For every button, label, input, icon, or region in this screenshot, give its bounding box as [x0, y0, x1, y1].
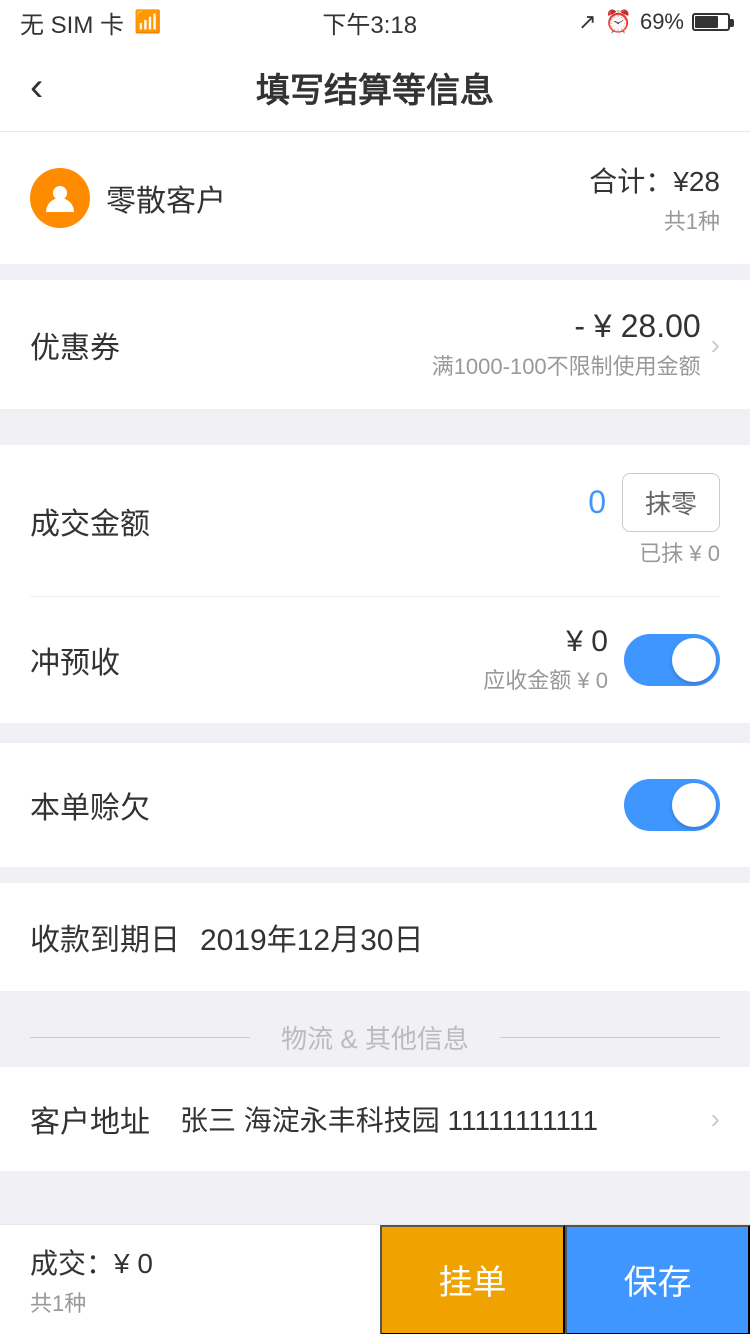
debt-section: 本单赊欠 — [0, 743, 750, 867]
transaction-amount-right: 0 抹零 已抹 ¥ 0 — [566, 473, 720, 568]
coupon-row[interactable]: 优惠券 - ¥ 28.00 满1000-100不限制使用金额 › — [0, 280, 750, 409]
wifi-icon: 📶 — [134, 9, 161, 35]
customer-avatar — [30, 168, 90, 228]
transaction-amount-sub: 已抹 ¥ 0 — [566, 536, 720, 568]
prepayment-amount-block: ¥ 0 应收金额 ¥ 0 — [483, 625, 608, 695]
gray-divider-1 — [0, 425, 750, 445]
status-right: ↗ ⏰ 69% — [578, 9, 730, 35]
coupon-discount: - ¥ 28.00 — [432, 308, 701, 345]
prepayment-sub: 应收金额 ¥ 0 — [483, 663, 608, 695]
prepayment-label: 冲预收 — [30, 638, 190, 682]
status-left: 无 SIM 卡 📶 — [20, 5, 161, 40]
status-bar: 无 SIM 卡 📶 下午3:18 ↗ ⏰ 69% — [0, 0, 750, 44]
prepayment-amount: ¥ 0 — [483, 625, 608, 659]
location-icon: ↗ — [578, 9, 596, 35]
bottom-transaction-value: ¥ 0 — [114, 1248, 153, 1279]
carrier-text: 无 SIM 卡 — [20, 5, 124, 40]
coupon-card[interactable]: 优惠券 - ¥ 28.00 满1000-100不限制使用金额 › — [0, 280, 750, 409]
content-area: 零散客户 合计：¥28 共1种 优惠券 - ¥ 28.00 满1000-100不… — [0, 132, 750, 1291]
customer-name: 零散客户 — [106, 176, 226, 220]
prepayment-toggle[interactable] — [624, 634, 720, 686]
chevron-right-icon: › — [711, 329, 720, 361]
bottom-bar: 成交：¥ 0 共1种 挂单 保存 — [0, 1224, 750, 1334]
time-text: 下午3:18 — [322, 5, 417, 40]
toggle-knob — [672, 638, 716, 682]
address-value: 张三 海淀永丰科技园 11111111111 — [180, 1099, 701, 1139]
logistics-label: 物流 & 其他信息 — [261, 1019, 489, 1056]
prepayment-right: ¥ 0 应收金额 ¥ 0 — [190, 625, 720, 695]
logistics-divider: 物流 & 其他信息 — [0, 1007, 750, 1067]
address-label: 客户地址 — [30, 1097, 170, 1141]
alarm-icon: ⏰ — [605, 9, 632, 35]
coupon-label: 优惠券 — [30, 323, 120, 367]
battery-text: 69% — [640, 9, 684, 35]
customer-right: 合计：¥28 共1种 — [589, 160, 720, 236]
debt-toggle-knob — [672, 783, 716, 827]
coupon-desc: 满1000-100不限制使用金额 — [432, 349, 701, 381]
save-button[interactable]: 保存 — [565, 1225, 750, 1334]
due-date-label: 收款到期日 — [30, 915, 180, 959]
round-zero-button[interactable]: 抹零 — [622, 473, 720, 532]
prepayment-row: 冲预收 ¥ 0 应收金额 ¥ 0 — [30, 597, 720, 723]
hold-button[interactable]: 挂单 — [380, 1225, 565, 1334]
due-date-section: 收款到期日 2019年12月30日 — [0, 883, 750, 991]
bottom-count: 共1种 — [30, 1286, 350, 1318]
coupon-value-block: - ¥ 28.00 满1000-100不限制使用金额 — [432, 308, 701, 381]
bottom-summary: 成交：¥ 0 共1种 — [0, 1242, 380, 1318]
page-title: 填写结算等信息 — [256, 63, 494, 112]
debt-row: 本单赊欠 — [30, 743, 720, 867]
bottom-transaction-label: 成交：¥ 0 — [30, 1242, 350, 1282]
address-row[interactable]: 客户地址 张三 海淀永丰科技园 11111111111 › — [30, 1097, 720, 1141]
bottom-transaction-prefix: 成交： — [30, 1248, 114, 1279]
transaction-amount-row: 成交金额 0 抹零 已抹 ¥ 0 — [30, 445, 720, 597]
back-button[interactable]: ‹ — [30, 65, 43, 110]
debt-label: 本单赊欠 — [30, 783, 150, 827]
customer-total: 合计：¥28 — [589, 160, 720, 200]
transaction-amount-label: 成交金额 — [30, 499, 190, 543]
gray-divider-2 — [0, 723, 750, 743]
user-icon — [42, 180, 78, 216]
due-date-value[interactable]: 2019年12月30日 — [200, 915, 423, 959]
address-chevron-icon: › — [711, 1103, 720, 1135]
battery-icon — [692, 13, 730, 31]
transaction-amount-inputs: 0 抹零 — [566, 473, 720, 532]
transaction-amount-value[interactable]: 0 — [566, 484, 606, 521]
form-section: 成交金额 0 抹零 已抹 ¥ 0 冲预收 ¥ 0 应收金额 ¥ 0 — [0, 445, 750, 723]
nav-bar: ‹ 填写结算等信息 — [0, 44, 750, 132]
customer-row: 零散客户 合计：¥28 共1种 — [0, 132, 750, 264]
address-section[interactable]: 客户地址 张三 海淀永丰科技园 11111111111 › — [0, 1067, 750, 1171]
customer-count: 共1种 — [589, 204, 720, 236]
customer-left: 零散客户 — [30, 168, 226, 228]
due-date-row: 收款到期日 2019年12月30日 — [30, 915, 720, 959]
debt-toggle[interactable] — [624, 779, 720, 831]
coupon-right: - ¥ 28.00 满1000-100不限制使用金额 › — [432, 308, 720, 381]
customer-card: 零散客户 合计：¥28 共1种 — [0, 132, 750, 264]
